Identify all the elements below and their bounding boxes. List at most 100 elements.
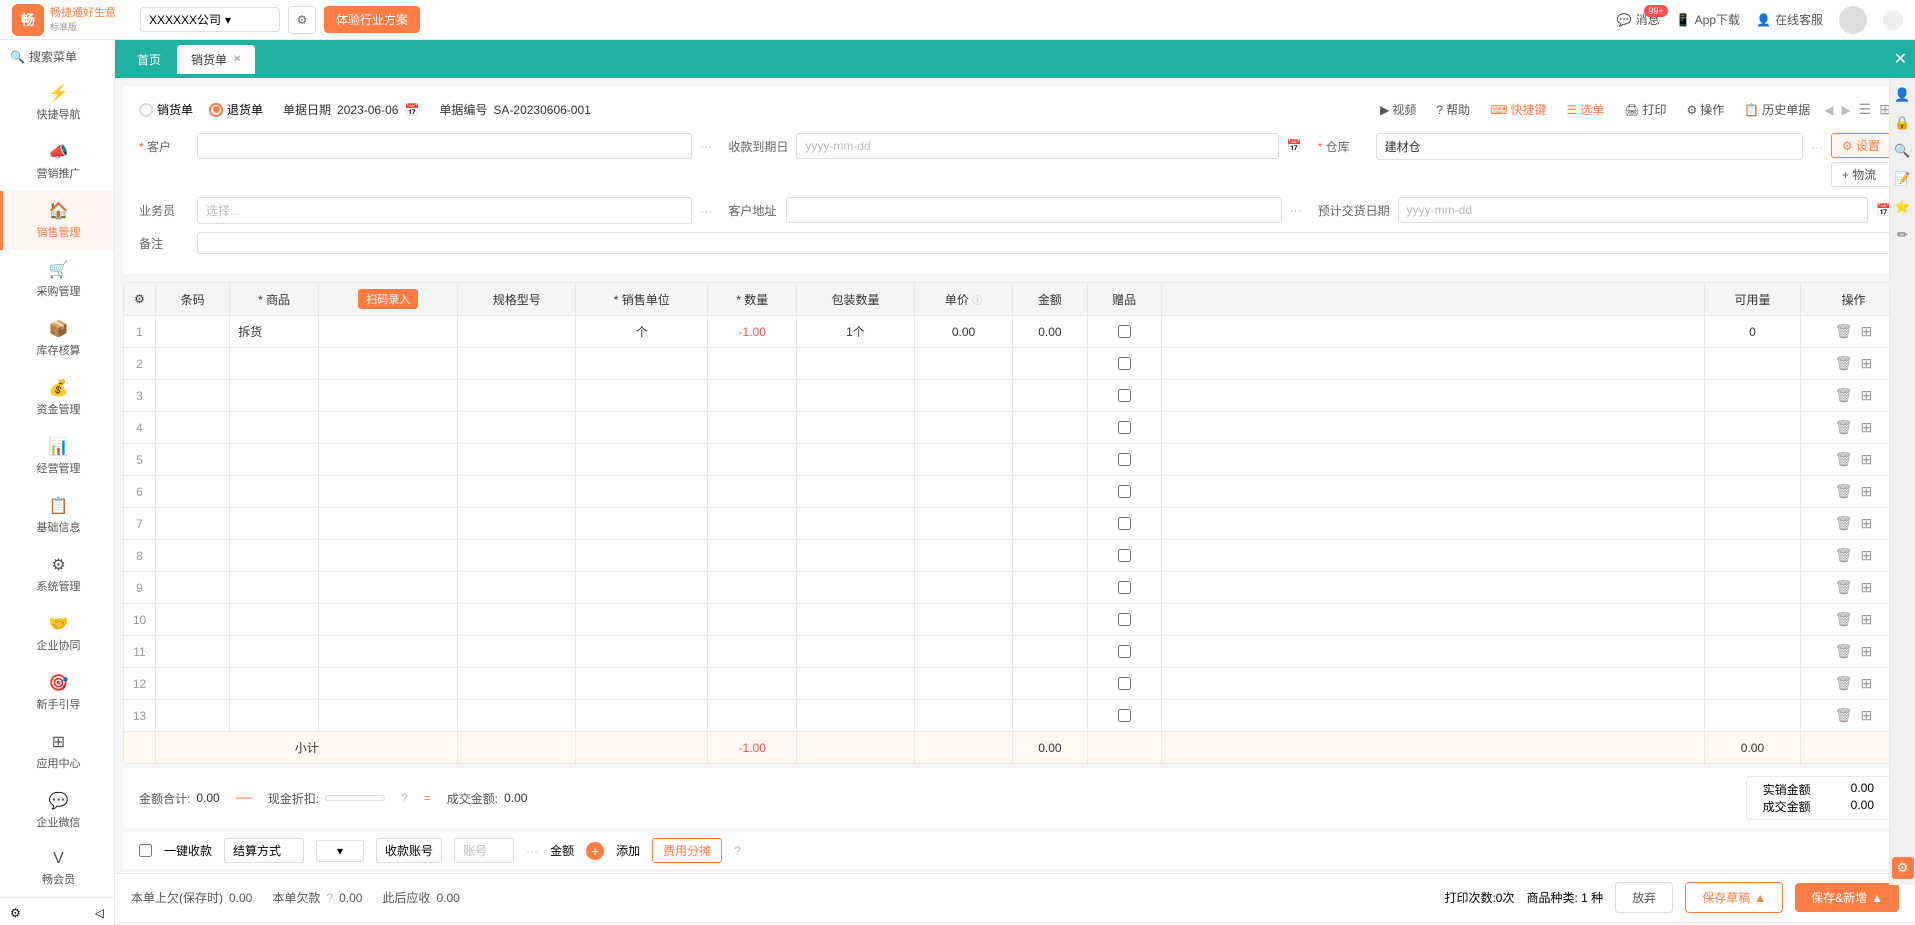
- warehouse-more-icon[interactable]: ···: [1811, 140, 1823, 154]
- cell-packqty-1[interactable]: [797, 348, 915, 380]
- list-view-icon[interactable]: ☰: [1859, 101, 1872, 118]
- cell-barcode-0[interactable]: [156, 316, 230, 348]
- cell-packqty-7[interactable]: [797, 540, 915, 572]
- cell-spec-6[interactable]: [458, 508, 576, 540]
- cell-product-12[interactable]: [230, 700, 319, 732]
- tab-close-icon[interactable]: ✕: [233, 54, 241, 65]
- cell-gift-10[interactable]: [1087, 636, 1161, 668]
- cell-amount-8[interactable]: [1013, 572, 1087, 604]
- cell-packqty-5[interactable]: [797, 476, 915, 508]
- row-copy-8[interactable]: ⊞: [1859, 577, 1875, 598]
- gift-checkbox-10[interactable]: [1118, 645, 1131, 658]
- row-copy-5[interactable]: ⊞: [1859, 481, 1875, 502]
- gift-checkbox-9[interactable]: [1118, 613, 1131, 626]
- cell-barcode-11[interactable]: [156, 668, 230, 700]
- customer-address-input[interactable]: [786, 197, 1281, 223]
- cell-barcode-2[interactable]: [156, 380, 230, 412]
- cell-spec-11[interactable]: [458, 668, 576, 700]
- settings-icon[interactable]: ⚙: [288, 6, 316, 34]
- cell-gift-3[interactable]: [1087, 412, 1161, 444]
- nav-next[interactable]: ▶: [1841, 103, 1850, 117]
- close-all-tabs[interactable]: ✕: [1894, 49, 1907, 69]
- video-btn[interactable]: ▶ 视频: [1374, 98, 1422, 121]
- row-copy-10[interactable]: ⊞: [1859, 641, 1875, 662]
- cell-unitprice-4[interactable]: [914, 444, 1012, 476]
- cell-unitprice-11[interactable]: [914, 668, 1012, 700]
- row-delete-11[interactable]: 🗑: [1833, 673, 1855, 694]
- row-delete-4[interactable]: 🗑: [1833, 449, 1855, 470]
- right-panel-star-icon[interactable]: ⭐: [1892, 196, 1914, 218]
- row-copy-6[interactable]: ⊞: [1859, 513, 1875, 534]
- help-btn[interactable]: ? 帮助: [1430, 98, 1476, 121]
- cell-unitprice-0[interactable]: 0.00: [914, 316, 1012, 348]
- cell-barcode-9[interactable]: [156, 604, 230, 636]
- cell-amount-5[interactable]: [1013, 476, 1087, 508]
- sidebar-item-quick-nav[interactable]: ⚡ 快捷导航: [0, 73, 114, 132]
- operate-btn[interactable]: ⚙ 操作: [1680, 98, 1730, 121]
- row-delete-0[interactable]: 🗑: [1833, 321, 1855, 342]
- sidebar-item-app-center[interactable]: ⊞ 应用中心: [0, 722, 114, 781]
- cell-gift-4[interactable]: [1087, 444, 1161, 476]
- cell-spec-5[interactable]: [458, 476, 576, 508]
- save-draft-button[interactable]: 保存草稿 ▲: [1685, 882, 1783, 913]
- setup-button[interactable]: ⚙ 设置: [1831, 133, 1891, 158]
- customer-input[interactable]: [197, 133, 692, 159]
- discard-button[interactable]: 放弃: [1615, 882, 1673, 913]
- cell-unit-5[interactable]: [576, 476, 708, 508]
- tab-sales-order[interactable]: 销货单 ✕: [177, 45, 255, 74]
- sidebar-item-collab[interactable]: 🤝 企业协同: [0, 604, 114, 663]
- right-panel-settings-icon[interactable]: ⚙: [1892, 857, 1914, 879]
- sidebar-item-inventory[interactable]: 📦 库存核算: [0, 309, 114, 368]
- row-copy-3[interactable]: ⊞: [1859, 417, 1875, 438]
- cell-barcode-6[interactable]: [156, 508, 230, 540]
- cell-amount-12[interactable]: [1013, 700, 1087, 732]
- cell-gift-6[interactable]: [1087, 508, 1161, 540]
- cell-unit-12[interactable]: [576, 700, 708, 732]
- save-new-button[interactable]: 保存&新增 ▲: [1795, 883, 1899, 912]
- cell-gift-5[interactable]: [1087, 476, 1161, 508]
- print-btn[interactable]: 🖨 打印: [1618, 98, 1672, 121]
- col-scan-header[interactable]: 扫码录入: [319, 283, 458, 316]
- right-panel-lock-icon[interactable]: 🔒: [1892, 112, 1914, 134]
- cell-unitprice-5[interactable]: [914, 476, 1012, 508]
- cell-product-5[interactable]: [230, 476, 319, 508]
- cell-qty-5[interactable]: [708, 476, 797, 508]
- calc-method-selector[interactable]: 结算方式: [224, 838, 304, 863]
- cell-qty-1[interactable]: [708, 348, 797, 380]
- sidebar-item-newbie[interactable]: 🎯 新手引导: [0, 663, 114, 722]
- row-delete-2[interactable]: 🗑: [1833, 385, 1855, 406]
- cell-gift-9[interactable]: [1087, 604, 1161, 636]
- warehouse-input[interactable]: 建材仓: [1376, 133, 1803, 160]
- cell-barcode-12[interactable]: [156, 700, 230, 732]
- cell-spec-10[interactable]: [458, 636, 576, 668]
- row-delete-6[interactable]: 🗑: [1833, 513, 1855, 534]
- row-delete-7[interactable]: 🗑: [1833, 545, 1855, 566]
- gift-checkbox-6[interactable]: [1118, 517, 1131, 530]
- sidebar-settings-icon[interactable]: ⚙: [10, 906, 21, 920]
- cell-unit-3[interactable]: [576, 412, 708, 444]
- cell-spec-9[interactable]: [458, 604, 576, 636]
- cell-packqty-3[interactable]: [797, 412, 915, 444]
- cell-product-7[interactable]: [230, 540, 319, 572]
- cell-gift-2[interactable]: [1087, 380, 1161, 412]
- cell-unit-9[interactable]: [576, 604, 708, 636]
- gift-checkbox-5[interactable]: [1118, 485, 1131, 498]
- gift-checkbox-12[interactable]: [1118, 709, 1131, 722]
- cell-product-10[interactable]: [230, 636, 319, 668]
- right-panel-note-icon[interactable]: 📝: [1892, 168, 1914, 190]
- cell-packqty-8[interactable]: [797, 572, 915, 604]
- cell-spec-0[interactable]: [458, 316, 576, 348]
- cell-barcode-8[interactable]: [156, 572, 230, 604]
- gift-checkbox-4[interactable]: [1118, 453, 1131, 466]
- row-copy-4[interactable]: ⊞: [1859, 449, 1875, 470]
- payment-more-icon[interactable]: ···: [526, 844, 538, 858]
- cell-qty-8[interactable]: [708, 572, 797, 604]
- cell-product-11[interactable]: [230, 668, 319, 700]
- sidebar-item-base-info[interactable]: 📋 基础信息: [0, 486, 114, 545]
- row-delete-3[interactable]: 🗑: [1833, 417, 1855, 438]
- trial-button[interactable]: 体验行业方案: [324, 6, 420, 33]
- cell-barcode-4[interactable]: [156, 444, 230, 476]
- nav-prev[interactable]: ◀: [1824, 103, 1833, 117]
- sidebar-item-wechat[interactable]: 💬 企业微信: [0, 781, 114, 840]
- cash-discount-input[interactable]: [325, 795, 385, 801]
